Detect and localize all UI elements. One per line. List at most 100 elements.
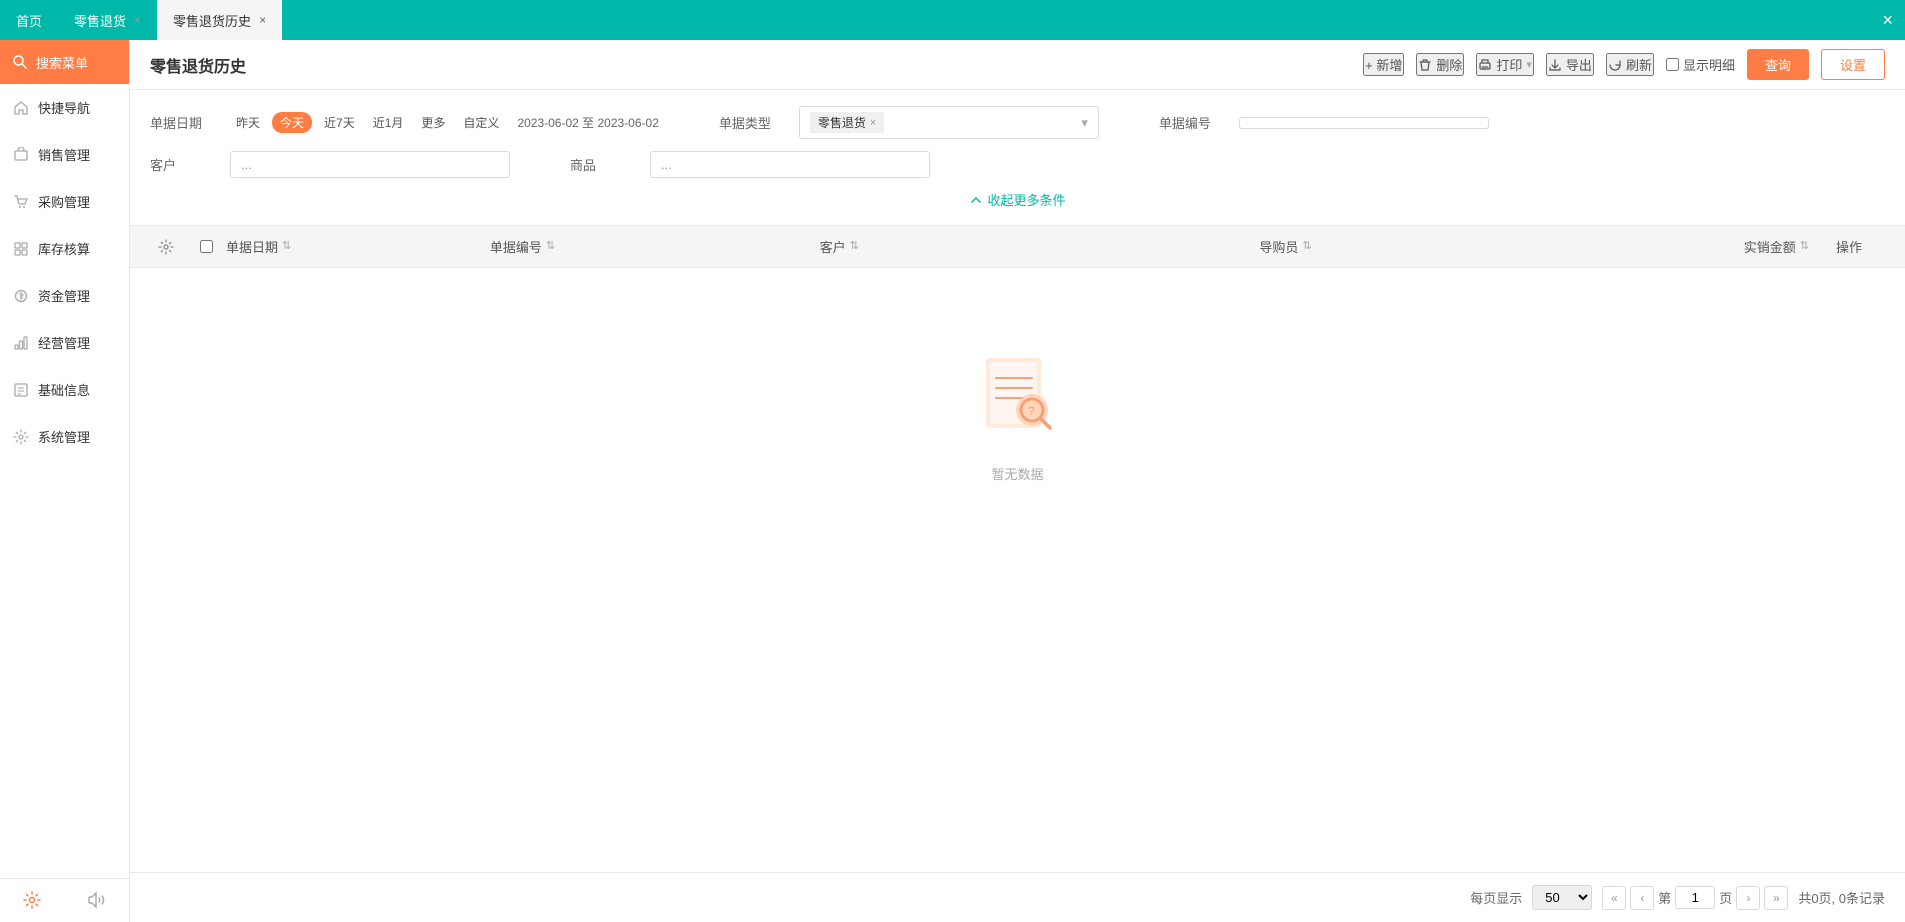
delete-icon bbox=[1418, 58, 1432, 72]
sidebar-item-inventory[interactable]: 库存核算 bbox=[0, 225, 129, 272]
goods-input[interactable]: ... bbox=[650, 151, 930, 178]
system-icon bbox=[12, 428, 30, 446]
refresh-icon bbox=[1608, 58, 1622, 72]
delete-label: 删除 bbox=[1436, 55, 1462, 74]
date-btn-custom[interactable]: 自定义 bbox=[457, 112, 505, 133]
th-date[interactable]: 单据日期 ⇅ bbox=[226, 237, 490, 256]
sidebar-menu: 快捷导航 销售管理 bbox=[0, 84, 129, 878]
th-customer[interactable]: 客户 ⇅ bbox=[820, 237, 1260, 256]
date-btn-yesterday[interactable]: 昨天 bbox=[230, 112, 266, 133]
main-layout: 搜索菜单 快捷导航 销售管理 bbox=[0, 40, 1905, 922]
add-label: + 新增 bbox=[1365, 55, 1402, 74]
bill-no-label: 单据编号 bbox=[1159, 113, 1219, 132]
search-menu-bar[interactable]: 搜索菜单 bbox=[0, 40, 129, 84]
delete-button[interactable]: 删除 bbox=[1416, 53, 1464, 76]
sort-bill-no-icon[interactable]: ⇅ bbox=[546, 241, 555, 252]
inventory-icon bbox=[12, 240, 30, 258]
home-icon bbox=[12, 99, 30, 117]
sort-amount-icon[interactable]: ⇅ bbox=[1800, 241, 1809, 252]
date-btn-1month[interactable]: 近1月 bbox=[367, 112, 410, 133]
date-btn-7days[interactable]: 近7天 bbox=[318, 112, 361, 133]
print-label: 打印 bbox=[1496, 55, 1522, 74]
add-button[interactable]: + 新增 bbox=[1363, 53, 1404, 76]
sidebar-item-finance[interactable]: 资金管理 bbox=[0, 272, 129, 319]
bill-type-select[interactable]: 零售退货 × ▾ bbox=[799, 106, 1099, 139]
column-settings-icon[interactable] bbox=[158, 239, 174, 255]
query-button[interactable]: 查询 bbox=[1747, 49, 1809, 80]
date-range-display: 2023-06-02 至 2023-06-02 bbox=[517, 114, 658, 131]
window-close-button[interactable]: × bbox=[1882, 10, 1893, 31]
th-customer-label: 客户 bbox=[820, 237, 846, 256]
table-header: 单据日期 ⇅ 单据编号 ⇅ 客户 ⇅ 导购员 ⇅ 实销金额 ⇅ bbox=[130, 226, 1905, 268]
th-date-label: 单据日期 bbox=[226, 237, 278, 256]
tag-close-icon[interactable]: × bbox=[870, 117, 876, 129]
top-bar: 首页 零售退货 × 零售退货历史 × × bbox=[0, 0, 1905, 40]
purchase-icon bbox=[12, 193, 30, 211]
collapse-button[interactable]: 收起更多条件 bbox=[969, 190, 1065, 209]
sidebar-item-purchase-label: 采购管理 bbox=[38, 192, 90, 211]
sidebar-item-quick-nav[interactable]: 快捷导航 bbox=[0, 84, 129, 131]
page-number-input[interactable] bbox=[1675, 886, 1715, 909]
show-detail-checkbox[interactable] bbox=[1666, 58, 1679, 71]
select-all-checkbox[interactable] bbox=[200, 240, 213, 253]
th-bill-no-label: 单据编号 bbox=[490, 237, 542, 256]
sidebar-item-system-label: 系统管理 bbox=[38, 427, 90, 446]
sort-guide-icon[interactable]: ⇅ bbox=[1302, 241, 1311, 252]
tab-retail-return-history-label: 零售退货历史 bbox=[173, 11, 251, 30]
date-btn-today[interactable]: 今天 bbox=[272, 112, 312, 133]
customer-input[interactable]: ... bbox=[230, 151, 510, 178]
close-retail-return-tab[interactable]: × bbox=[134, 13, 141, 27]
tab-home[interactable]: 首页 bbox=[0, 0, 58, 40]
sidebar-item-system[interactable]: 系统管理 bbox=[0, 413, 129, 460]
prev-page-button[interactable]: ‹ bbox=[1630, 886, 1654, 910]
page-header: 零售退货历史 + 新增 删除 打印 bbox=[130, 40, 1905, 90]
sidebar-item-inventory-label: 库存核算 bbox=[38, 239, 90, 258]
sidebar-item-operation[interactable]: 经营管理 bbox=[0, 319, 129, 366]
page-size-select[interactable]: 50 100 200 bbox=[1532, 885, 1592, 910]
page-nav: « ‹ 第 页 › » bbox=[1602, 886, 1788, 910]
search-icon bbox=[12, 54, 28, 70]
first-page-button[interactable]: « bbox=[1602, 886, 1626, 910]
export-button[interactable]: 导出 bbox=[1546, 53, 1594, 76]
print-dropdown-icon[interactable]: ▾ bbox=[1526, 58, 1532, 71]
th-ops-label: 操作 bbox=[1836, 237, 1862, 256]
tab-retail-return[interactable]: 零售退货 × bbox=[58, 0, 157, 40]
pagination: 每页显示 50 100 200 « ‹ 第 页 › » 共0页, 0条记录 bbox=[130, 872, 1905, 922]
filter-area: 单据日期 昨天 今天 近7天 近1月 更多 自定义 2023-06-02 至 2… bbox=[130, 90, 1905, 226]
goods-placeholder: ... bbox=[661, 157, 672, 172]
close-retail-return-history-tab[interactable]: × bbox=[259, 13, 266, 27]
empty-state: ? 暂无数据 bbox=[130, 268, 1905, 563]
tab-retail-return-history[interactable]: 零售退货历史 × bbox=[157, 0, 282, 40]
bill-type-dropdown-arrow[interactable]: ▾ bbox=[1081, 115, 1088, 131]
table-wrapper: 单据日期 ⇅ 单据编号 ⇅ 客户 ⇅ 导购员 ⇅ 实销金额 ⇅ bbox=[130, 226, 1905, 872]
filter-row-1: 单据日期 昨天 今天 近7天 近1月 更多 自定义 2023-06-02 至 2… bbox=[150, 106, 1885, 139]
next-page-button[interactable]: › bbox=[1736, 886, 1760, 910]
operation-icon bbox=[12, 334, 30, 352]
th-guide-label: 导购员 bbox=[1259, 237, 1298, 256]
sidebar-item-basic-info[interactable]: 基础信息 bbox=[0, 366, 129, 413]
th-settings[interactable] bbox=[146, 239, 186, 255]
refresh-button[interactable]: 刷新 bbox=[1606, 53, 1654, 76]
show-detail-checkbox-label[interactable]: 显示明细 bbox=[1666, 55, 1735, 74]
page-title: 零售退货历史 bbox=[150, 53, 246, 77]
th-guide[interactable]: 导购员 ⇅ bbox=[1259, 237, 1589, 256]
th-bill-no[interactable]: 单据编号 ⇅ bbox=[490, 237, 820, 256]
sort-customer-icon[interactable]: ⇅ bbox=[850, 241, 859, 252]
date-btn-more[interactable]: 更多 bbox=[415, 112, 451, 133]
settings-bottom-icon[interactable] bbox=[23, 891, 41, 909]
sidebar-item-purchase[interactable]: 采购管理 bbox=[0, 178, 129, 225]
empty-text: 暂无数据 bbox=[991, 464, 1043, 483]
bill-no-input[interactable] bbox=[1239, 117, 1489, 129]
setting-button[interactable]: 设置 bbox=[1821, 49, 1885, 80]
date-label: 单据日期 bbox=[150, 113, 210, 132]
last-page-button[interactable]: » bbox=[1764, 886, 1788, 910]
sidebar-bottom bbox=[0, 878, 129, 922]
basic-info-icon bbox=[12, 381, 30, 399]
audio-bottom-icon[interactable] bbox=[88, 891, 106, 909]
export-label: 导出 bbox=[1566, 55, 1592, 74]
sort-date-icon[interactable]: ⇅ bbox=[282, 241, 291, 252]
th-amount[interactable]: 实销金额 ⇅ bbox=[1589, 237, 1809, 256]
print-button[interactable]: 打印 ▾ bbox=[1476, 53, 1534, 76]
th-checkbox[interactable] bbox=[186, 240, 226, 253]
sidebar-item-sales[interactable]: 销售管理 bbox=[0, 131, 129, 178]
